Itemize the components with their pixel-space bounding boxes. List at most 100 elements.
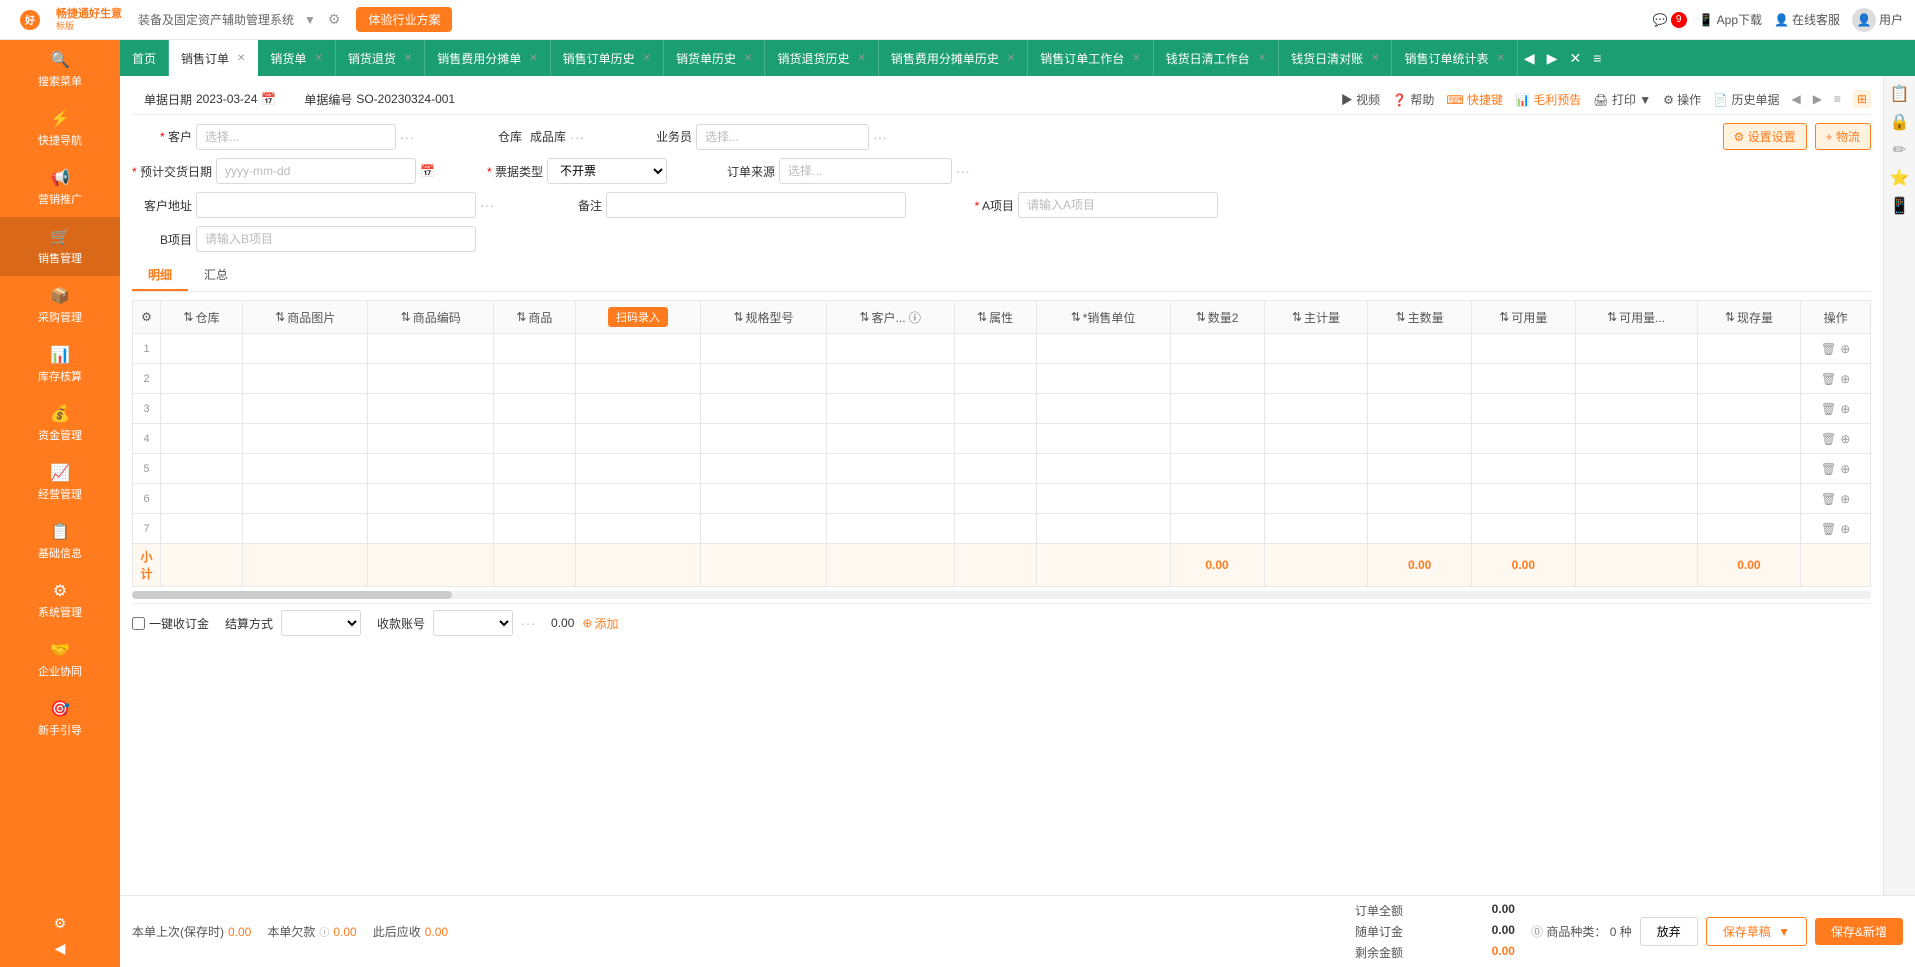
- credit-info-icon[interactable]: ⓘ: [319, 924, 329, 939]
- customer-more-btn[interactable]: ···: [400, 129, 414, 145]
- tab-detail[interactable]: 明细: [132, 260, 188, 291]
- tab-slip-history[interactable]: 销货单历史 ✕: [664, 40, 765, 76]
- row-delete-icon[interactable]: 🗑: [1821, 402, 1836, 416]
- right-panel-lock-icon[interactable]: 🔒: [1890, 112, 1910, 132]
- order-source-input[interactable]: [779, 158, 952, 184]
- sidebar-item-collaboration[interactable]: 🤝 企业协同: [0, 630, 120, 689]
- sidebar-settings-icon[interactable]: ⚙: [54, 915, 67, 932]
- sidebar-item-sales[interactable]: 🛒 销售管理: [0, 217, 120, 276]
- settings-icon[interactable]: ⚙: [328, 11, 341, 28]
- table-scrollbar[interactable]: [132, 591, 1871, 599]
- project-b-input[interactable]: [196, 226, 476, 252]
- account-select[interactable]: [433, 610, 513, 636]
- right-panel-star-icon[interactable]: ⭐: [1890, 168, 1910, 188]
- customer-input[interactable]: [196, 124, 396, 150]
- app-download-btn[interactable]: 📱 App下载: [1699, 11, 1762, 28]
- video-btn[interactable]: ▶ 视频: [1341, 91, 1380, 108]
- tab-close-order-stats[interactable]: ✕: [1497, 53, 1505, 64]
- operation-btn[interactable]: ⚙ 操作: [1663, 91, 1701, 108]
- row-copy-icon[interactable]: ⊕: [1840, 372, 1850, 386]
- delivery-calendar-icon[interactable]: 📅: [420, 164, 435, 178]
- sidebar-item-quicknav[interactable]: ⚡ 快捷导航: [0, 99, 120, 158]
- tab-nav-menu[interactable]: ≡: [1587, 50, 1607, 66]
- sidebar-item-basic-info[interactable]: 📋 基础信息: [0, 512, 120, 571]
- tab-order-workbench[interactable]: 销售订单工作台 ✕: [1028, 40, 1153, 76]
- save-draft-button[interactable]: 保存草稿 ▼: [1706, 917, 1807, 946]
- row-copy-icon[interactable]: ⊕: [1840, 402, 1850, 416]
- payment-method-select[interactable]: [281, 610, 361, 636]
- sidebar-item-operations[interactable]: 📈 经营管理: [0, 453, 120, 512]
- right-panel-doc-icon[interactable]: 📋: [1890, 84, 1910, 104]
- tab-close-daily-reconcile[interactable]: ✕: [1371, 53, 1379, 64]
- industry-solution-button[interactable]: 体验行业方案: [356, 7, 452, 32]
- sidebar-collapse-icon[interactable]: ◀: [55, 940, 66, 957]
- dropdown-icon[interactable]: ▼: [304, 13, 316, 27]
- row-delete-icon[interactable]: 🗑: [1821, 522, 1836, 536]
- profit-btn[interactable]: 📊 毛利预告: [1515, 91, 1581, 108]
- row-copy-icon[interactable]: ⊕: [1840, 492, 1850, 506]
- tab-close-daily-workbench[interactable]: ✕: [1258, 53, 1266, 64]
- row-delete-icon[interactable]: 🗑: [1821, 462, 1836, 476]
- one-click-payment-checkbox[interactable]: [132, 617, 145, 630]
- row-copy-icon[interactable]: ⊕: [1840, 342, 1850, 356]
- sidebar-item-inventory[interactable]: 📊 库存核算: [0, 335, 120, 394]
- save-draft-dropdown-icon[interactable]: ▼: [1778, 925, 1790, 939]
- address-more-btn[interactable]: ···: [480, 197, 494, 213]
- right-panel-edit-icon[interactable]: ✏: [1893, 140, 1906, 160]
- tab-nav-close-all[interactable]: ✕: [1563, 50, 1587, 67]
- user-avatar[interactable]: 👤 用户: [1852, 8, 1903, 32]
- scroll-thumb[interactable]: [132, 591, 452, 599]
- add-logistics-button[interactable]: + 物流: [1815, 123, 1871, 150]
- tab-close-workbench[interactable]: ✕: [1132, 53, 1140, 64]
- account-more-btn[interactable]: ···: [521, 615, 535, 631]
- tab-close-sales-slip[interactable]: ✕: [314, 53, 322, 64]
- history-btn[interactable]: 📄 历史单据: [1713, 91, 1779, 108]
- tab-return-history[interactable]: 销货退货历史 ✕: [765, 40, 878, 76]
- row-delete-icon[interactable]: 🗑: [1821, 432, 1836, 446]
- tab-sales-order-history[interactable]: 销售订单历史 ✕: [551, 40, 664, 76]
- delivery-date-input[interactable]: [216, 158, 416, 184]
- discard-button[interactable]: 放弃: [1640, 917, 1698, 946]
- grid-view-icon[interactable]: ⊞: [1853, 90, 1871, 108]
- warehouse-more-btn[interactable]: ···: [570, 129, 584, 145]
- tab-nav-prev[interactable]: ◀: [1518, 50, 1541, 67]
- tab-daily-reconcile[interactable]: 钱货日清对账 ✕: [1279, 40, 1392, 76]
- right-panel-mobile-icon[interactable]: 📱: [1890, 196, 1910, 216]
- nav-next-icon[interactable]: ▶: [1813, 92, 1822, 106]
- sidebar-item-marketing[interactable]: 📢 营销推广: [0, 158, 120, 217]
- list-view-icon[interactable]: ≡: [1834, 92, 1841, 106]
- print-btn[interactable]: 🖨 打印 ▼: [1593, 91, 1651, 108]
- message-icon-btn[interactable]: 💬 9: [1653, 12, 1687, 28]
- tab-sales-return[interactable]: 销货退货 ✕: [336, 40, 425, 76]
- col-settings[interactable]: ⚙: [133, 301, 161, 334]
- tab-order-stats[interactable]: 销售订单统计表 ✕: [1392, 40, 1517, 76]
- project-a-input[interactable]: [1018, 192, 1218, 218]
- tab-sales-order[interactable]: 销售订单 ✕: [169, 40, 258, 76]
- tab-close-fee-history[interactable]: ✕: [1007, 53, 1015, 64]
- tab-sales-fee[interactable]: 销售费用分摊单 ✕: [425, 40, 550, 76]
- row-delete-icon[interactable]: 🗑: [1821, 342, 1836, 356]
- calendar-icon[interactable]: 📅: [261, 92, 276, 106]
- help-btn[interactable]: ❓ 帮助: [1392, 91, 1434, 108]
- sidebar-item-system[interactable]: ⚙ 系统管理: [0, 571, 120, 630]
- nav-prev-icon[interactable]: ◀: [1791, 92, 1800, 106]
- order-source-more-btn[interactable]: ···: [956, 163, 970, 179]
- one-click-payment-label[interactable]: 一键收订金: [132, 615, 209, 632]
- sidebar-item-purchase[interactable]: 📦 采购管理: [0, 276, 120, 335]
- tab-close-history[interactable]: ✕: [643, 53, 651, 64]
- tab-close-sales-fee[interactable]: ✕: [529, 53, 537, 64]
- tab-nav-next[interactable]: ▶: [1541, 50, 1564, 67]
- address-input[interactable]: [196, 192, 476, 218]
- add-payment-btn[interactable]: ⊕ 添加: [582, 615, 618, 632]
- sidebar-item-finance[interactable]: 💰 资金管理: [0, 394, 120, 453]
- row-copy-icon[interactable]: ⊕: [1840, 522, 1850, 536]
- tab-fee-history[interactable]: 销售费用分摊单历史 ✕: [879, 40, 1028, 76]
- tab-daily-workbench[interactable]: 钱货日清工作台 ✕: [1154, 40, 1279, 76]
- sidebar-item-guide[interactable]: 🎯 新手引导: [0, 689, 120, 748]
- row-copy-icon[interactable]: ⊕: [1840, 462, 1850, 476]
- tab-close-sales-order[interactable]: ✕: [237, 53, 245, 64]
- settings-button[interactable]: ⚙ 设置设置: [1723, 123, 1807, 150]
- save-new-button[interactable]: 保存&新增: [1815, 918, 1903, 945]
- tab-close-return-history[interactable]: ✕: [857, 53, 865, 64]
- invoice-select[interactable]: 不开票: [547, 158, 667, 184]
